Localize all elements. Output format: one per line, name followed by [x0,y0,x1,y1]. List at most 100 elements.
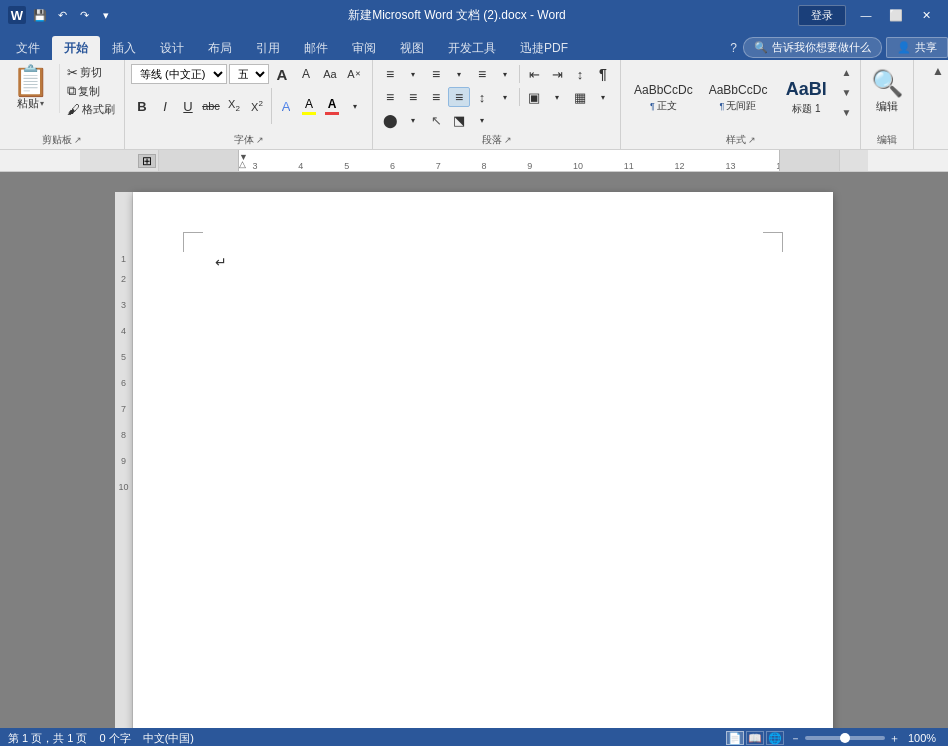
word-count[interactable]: 0 个字 [99,731,130,746]
bold-button[interactable]: B [131,96,153,116]
shading-dropdown[interactable]: ▾ [546,87,568,107]
zoom-in-button[interactable]: ＋ [889,731,900,746]
line-spacing-dropdown[interactable]: ▾ [494,87,516,107]
zoom-slider[interactable] [805,736,885,740]
clipboard-expand[interactable]: ↗ [74,135,82,145]
ruler-switch[interactable]: ⊞ [138,154,156,168]
tab-review[interactable]: 审阅 [340,36,388,60]
shading-button[interactable]: ▣ [523,87,545,107]
sort-button[interactable]: ↕ [569,64,591,84]
web-view[interactable]: 🌐 [766,731,784,745]
superscript-button[interactable]: X2 [246,96,268,116]
show-marks-button[interactable]: ¶ [592,64,614,84]
bullets-dropdown[interactable]: ▾ [402,64,424,84]
tab-view[interactable]: 视图 [388,36,436,60]
tab-mailings[interactable]: 邮件 [292,36,340,60]
tab-references[interactable]: 引用 [244,36,292,60]
font-name-select[interactable]: 等线 (中文正) [131,64,227,84]
draw-cursor[interactable]: ↖ [425,110,447,130]
tab-layout[interactable]: 布局 [196,36,244,60]
underline-button[interactable]: U [177,96,199,116]
restore-button[interactable]: ⬜ [882,1,910,29]
save-button[interactable]: 💾 [30,5,50,25]
tell-me-input[interactable]: 🔍 告诉我你想要做什么 [743,37,882,58]
align-right-button[interactable]: ≡ [425,87,447,107]
italic-icon: I [163,99,167,114]
tell-me-label: 告诉我你想要做什么 [772,40,871,55]
tab-developer[interactable]: 开发工具 [436,36,508,60]
subscript-button[interactable]: X2 [223,96,245,116]
language[interactable]: 中文(中国) [143,731,194,746]
style-nospace[interactable]: AaBbCcDc ¶ 无间距 [702,70,775,126]
align-center-button[interactable]: ≡ [402,87,424,107]
line-spacing-button[interactable]: ↕ [471,87,493,107]
numbering-dropdown[interactable]: ▾ [448,64,470,84]
cut-icon: ✂ [67,65,78,80]
reading-view[interactable]: 📖 [746,731,764,745]
draw-tool3[interactable]: ⬔ [448,110,470,130]
document-page[interactable]: ↵ [133,192,833,728]
style-heading1[interactable]: AaBl 标题 1 [776,70,836,126]
para-row3: ⬤ ▾ ↖ ⬔ ▾ [379,110,493,130]
tab-home[interactable]: 开始 [52,36,100,60]
font-color-button[interactable]: A [321,96,343,116]
multilevel-dropdown[interactable]: ▾ [494,64,516,84]
minimize-button[interactable]: — [852,1,880,29]
font-size-select[interactable]: 五号 [229,64,269,84]
draw-tool2[interactable]: ▾ [402,110,424,130]
ribbon-tabs: 文件 开始 插入 设计 布局 引用 邮件 审阅 视图 开发工具 迅捷PDF ? … [0,30,948,60]
font-color-dropdown[interactable]: ▾ [344,96,366,116]
help-icon[interactable]: ? [730,41,737,55]
redo-button[interactable]: ↷ [74,5,94,25]
paste-dropdown[interactable]: ▾ [40,99,44,108]
tab-insert[interactable]: 插入 [100,36,148,60]
format-painter-icon: 🖌 [67,102,80,117]
clear-format-button[interactable]: A✕ [343,64,365,84]
styles-more[interactable]: ▼ [838,104,854,120]
borders-button[interactable]: ▦ [569,87,591,107]
style-normal[interactable]: AaBbCcDc ¶ 正文 [627,70,700,126]
cut-button[interactable]: ✂ 剪切 [64,64,118,81]
borders-dropdown[interactable]: ▾ [592,87,614,107]
tab-design[interactable]: 设计 [148,36,196,60]
grow-font-button[interactable]: A [271,64,293,84]
align-left-button[interactable]: ≡ [379,87,401,107]
login-button[interactable]: 登录 [798,5,846,26]
zoom-percent[interactable]: 100% [904,732,940,744]
document-area[interactable]: 1 2 3 4 5 6 7 8 9 10 ↵ [0,172,948,728]
tab-file[interactable]: 文件 [4,36,52,60]
strikethrough-button[interactable]: abc [200,96,222,116]
view-buttons: 📄 📖 🌐 [726,731,784,745]
styles-expand[interactable]: ↗ [748,135,756,145]
change-case-button[interactable]: Aa [319,64,341,84]
styles-scroll-down[interactable]: ▼ [838,84,854,100]
print-layout-view[interactable]: 📄 [726,731,744,745]
quick-access-dropdown[interactable]: ▾ [96,5,116,25]
italic-button[interactable]: I [154,96,176,116]
undo-button[interactable]: ↶ [52,5,72,25]
share-button[interactable]: 👤 共享 [886,37,948,58]
draw-tool3-dropdown[interactable]: ▾ [471,110,493,130]
bullets-button[interactable]: ≡ [379,64,401,84]
shrink-font-button[interactable]: A [295,64,317,84]
copy-button[interactable]: ⧉ 复制 [64,82,118,100]
numbering-button[interactable]: ≡ [425,64,447,84]
increase-indent-button[interactable]: ⇥ [546,64,568,84]
highlight-color-button[interactable]: A [298,96,320,116]
styles-scroll-up[interactable]: ▲ [838,64,854,80]
decrease-indent-button[interactable]: ⇤ [523,64,545,84]
ribbon-collapse-button[interactable]: ▲ [928,60,948,82]
close-button[interactable]: ✕ [912,1,940,29]
find-replace-button[interactable]: 🔍 编辑 [867,64,907,118]
page-info[interactable]: 第 1 页，共 1 页 [8,731,87,746]
font-expand[interactable]: ↗ [256,135,264,145]
paste-button[interactable]: 📋 粘贴 ▾ [6,64,55,113]
draw-tool1[interactable]: ⬤ [379,110,401,130]
text-effects-button[interactable]: A [275,96,297,116]
justify-button[interactable]: ≡ [448,87,470,107]
paragraph-expand[interactable]: ↗ [504,135,512,145]
multilevel-button[interactable]: ≡ [471,64,493,84]
tab-pdf[interactable]: 迅捷PDF [508,36,580,60]
zoom-out-button[interactable]: － [790,731,801,746]
format-painter-button[interactable]: 🖌 格式刷 [64,101,118,118]
